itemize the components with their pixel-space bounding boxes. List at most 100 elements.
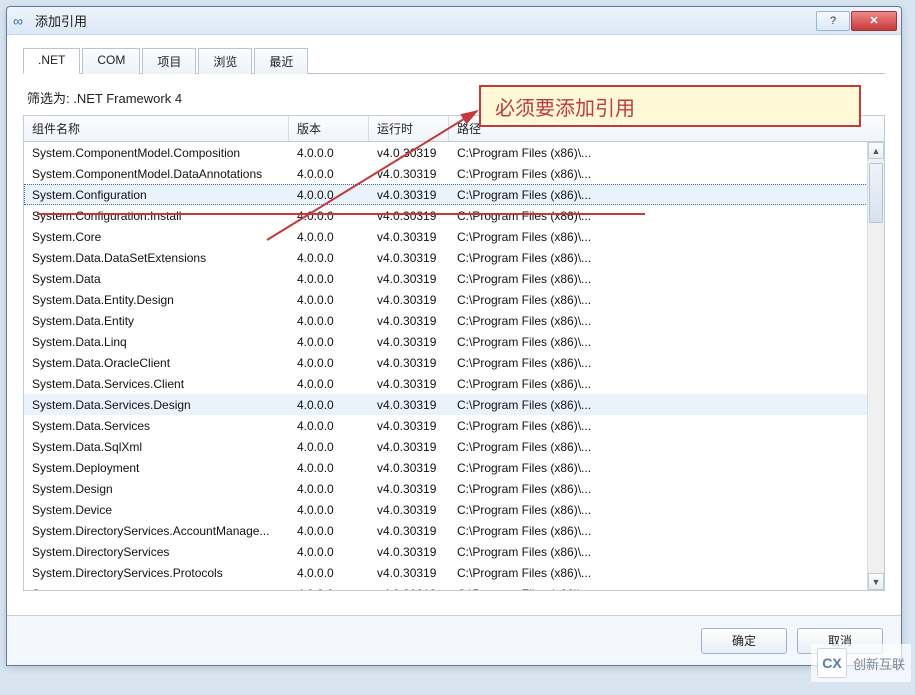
tab-net[interactable]: .NET	[23, 48, 80, 74]
cell-version: 4.0.0.0	[289, 461, 369, 475]
cell-runtime: v4.0.30319	[369, 314, 449, 328]
cell-version: 4.0.0.0	[289, 167, 369, 181]
table-row[interactable]: System.DirectoryServices4.0.0.0v4.0.3031…	[24, 541, 884, 562]
table-row[interactable]: System.Deployment4.0.0.0v4.0.30319C:\Pro…	[24, 457, 884, 478]
table-row[interactable]: System.Data.Entity.Design4.0.0.0v4.0.303…	[24, 289, 884, 310]
cell-runtime: v4.0.30319	[369, 461, 449, 475]
cell-version: 4.0.0.0	[289, 398, 369, 412]
tab-[interactable]: 浏览	[198, 48, 252, 74]
cell-version: 4.0.0.0	[289, 251, 369, 265]
col-header-runtime[interactable]: 运行时	[369, 116, 449, 141]
cell-name: System.DirectoryServices	[24, 545, 289, 559]
table-row[interactable]: System.Design4.0.0.0v4.0.30319C:\Program…	[24, 478, 884, 499]
cell-name: System.Data.Services.Design	[24, 398, 289, 412]
tab-[interactable]: 最近	[254, 48, 308, 74]
table-row[interactable]: System.Configuration4.0.0.0v4.0.30319C:\…	[24, 184, 884, 205]
cell-name: System.Data.OracleClient	[24, 356, 289, 370]
annotation-callout: 必须要添加引用	[479, 85, 861, 127]
table-row[interactable]: System.Data.Linq4.0.0.0v4.0.30319C:\Prog…	[24, 331, 884, 352]
vertical-scrollbar[interactable]: ▲ ▼	[867, 142, 884, 590]
cell-name: System.ComponentModel.DataAnnotations	[24, 167, 289, 181]
cell-runtime: v4.0.30319	[369, 377, 449, 391]
cell-name: System.Data.Services	[24, 419, 289, 433]
table-row[interactable]: System.Data.DataSetExtensions4.0.0.0v4.0…	[24, 247, 884, 268]
table-row[interactable]: System.Device4.0.0.0v4.0.30319C:\Program…	[24, 499, 884, 520]
cell-version: 4.0.0.0	[289, 293, 369, 307]
tab-strip: .NETCOM项目浏览最近	[23, 47, 885, 74]
cell-version: 4.0.0.0	[289, 230, 369, 244]
cell-version: 4.0.0.0	[289, 587, 369, 591]
table-row[interactable]: System4.0.0.0v4.0.30319C:\Program Files …	[24, 583, 884, 590]
table-row[interactable]: System.Data.Entity4.0.0.0v4.0.30319C:\Pr…	[24, 310, 884, 331]
cell-name: System.DirectoryServices.Protocols	[24, 566, 289, 580]
cell-path: C:\Program Files (x86)\...	[449, 167, 884, 181]
cell-runtime: v4.0.30319	[369, 587, 449, 591]
cell-version: 4.0.0.0	[289, 482, 369, 496]
cell-name: System.Device	[24, 503, 289, 517]
cell-path: C:\Program Files (x86)\...	[449, 293, 884, 307]
ok-button[interactable]: 确定	[701, 628, 787, 654]
cell-name: System.Data.SqlXml	[24, 440, 289, 454]
scroll-track[interactable]	[868, 159, 884, 573]
cell-name: System.Design	[24, 482, 289, 496]
cell-version: 4.0.0.0	[289, 566, 369, 580]
cell-path: C:\Program Files (x86)\...	[449, 230, 884, 244]
watermark-brand: 创新互联	[853, 654, 905, 673]
close-button[interactable]: ✕	[851, 11, 897, 31]
cell-path: C:\Program Files (x86)\...	[449, 545, 884, 559]
cell-path: C:\Program Files (x86)\...	[449, 314, 884, 328]
table-row[interactable]: System.DirectoryServices.AccountManage..…	[24, 520, 884, 541]
table-row[interactable]: System.Data4.0.0.0v4.0.30319C:\Program F…	[24, 268, 884, 289]
tab-[interactable]: 项目	[142, 48, 196, 74]
assembly-grid: 组件名称 版本 运行时 路径 System.ComponentModel.Com…	[23, 115, 885, 591]
cell-path: C:\Program Files (x86)\...	[449, 461, 884, 475]
watermark: CX 创新互联	[811, 644, 911, 682]
cell-version: 4.0.0.0	[289, 524, 369, 538]
cell-runtime: v4.0.30319	[369, 251, 449, 265]
cell-runtime: v4.0.30319	[369, 545, 449, 559]
cell-runtime: v4.0.30319	[369, 440, 449, 454]
scroll-thumb[interactable]	[869, 163, 883, 223]
table-row[interactable]: System.Data.Services.Client4.0.0.0v4.0.3…	[24, 373, 884, 394]
cell-runtime: v4.0.30319	[369, 293, 449, 307]
cell-runtime: v4.0.30319	[369, 167, 449, 181]
cell-path: C:\Program Files (x86)\...	[449, 419, 884, 433]
cell-version: 4.0.0.0	[289, 335, 369, 349]
table-row[interactable]: System.Data.OracleClient4.0.0.0v4.0.3031…	[24, 352, 884, 373]
table-row[interactable]: System.Data.Services.Design4.0.0.0v4.0.3…	[24, 394, 884, 415]
table-row[interactable]: System.Data.SqlXml4.0.0.0v4.0.30319C:\Pr…	[24, 436, 884, 457]
col-header-name[interactable]: 组件名称	[24, 116, 289, 141]
cell-runtime: v4.0.30319	[369, 272, 449, 286]
cell-version: 4.0.0.0	[289, 377, 369, 391]
table-row[interactable]: System.Configuration.Install4.0.0.0v4.0.…	[24, 205, 884, 226]
cell-path: C:\Program Files (x86)\...	[449, 524, 884, 538]
tab-com[interactable]: COM	[82, 48, 140, 74]
cell-path: C:\Program Files (x86)\...	[449, 377, 884, 391]
table-row[interactable]: System.ComponentModel.DataAnnotations4.0…	[24, 163, 884, 184]
close-icon: ✕	[869, 14, 878, 27]
cell-runtime: v4.0.30319	[369, 188, 449, 202]
cell-name: System.Data.DataSetExtensions	[24, 251, 289, 265]
scroll-down-arrow-icon[interactable]: ▼	[868, 573, 884, 590]
col-header-version[interactable]: 版本	[289, 116, 369, 141]
app-icon: ∞	[13, 13, 29, 29]
cell-runtime: v4.0.30319	[369, 335, 449, 349]
help-button[interactable]: ?	[816, 11, 850, 31]
dialog-window: ∞ 添加引用 ? ✕ .NETCOM项目浏览最近 筛选为: .NET Frame…	[6, 6, 902, 666]
help-icon: ?	[830, 15, 836, 27]
cell-runtime: v4.0.30319	[369, 524, 449, 538]
scroll-up-arrow-icon[interactable]: ▲	[868, 142, 884, 159]
table-row[interactable]: System.Core4.0.0.0v4.0.30319C:\Program F…	[24, 226, 884, 247]
cell-path: C:\Program Files (x86)\...	[449, 335, 884, 349]
table-row[interactable]: System.Data.Services4.0.0.0v4.0.30319C:\…	[24, 415, 884, 436]
cell-runtime: v4.0.30319	[369, 566, 449, 580]
cell-path: C:\Program Files (x86)\...	[449, 209, 884, 223]
cell-name: System	[24, 587, 289, 591]
table-row[interactable]: System.DirectoryServices.Protocols4.0.0.…	[24, 562, 884, 583]
cell-path: C:\Program Files (x86)\...	[449, 146, 884, 160]
cell-runtime: v4.0.30319	[369, 419, 449, 433]
cell-path: C:\Program Files (x86)\...	[449, 398, 884, 412]
table-row[interactable]: System.ComponentModel.Composition4.0.0.0…	[24, 142, 884, 163]
cell-path: C:\Program Files (x86)\...	[449, 440, 884, 454]
cell-name: System.Data.Linq	[24, 335, 289, 349]
